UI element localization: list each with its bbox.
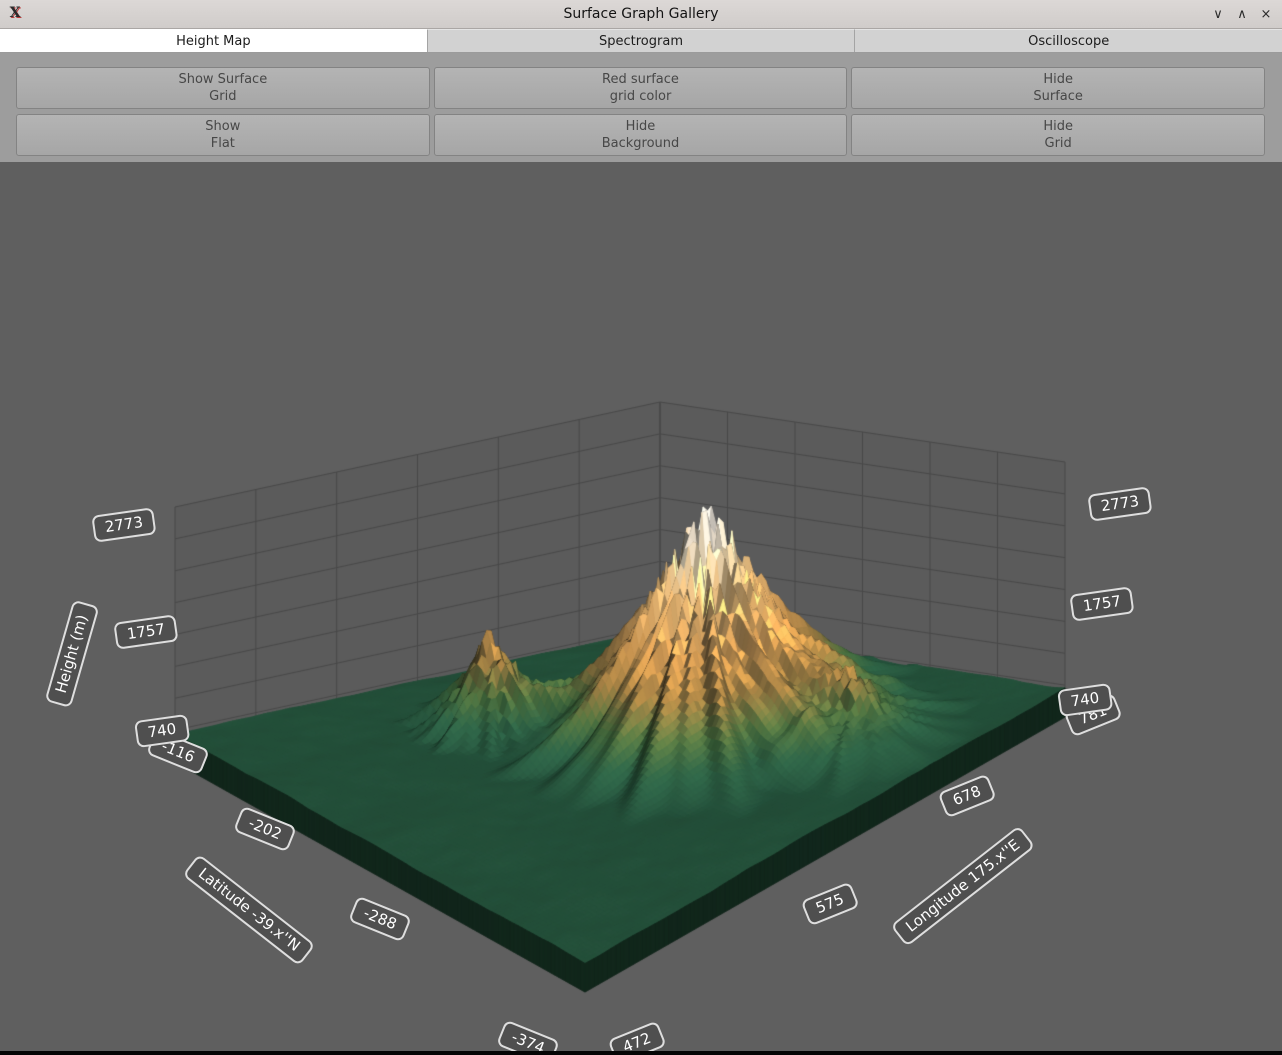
hide-background-button[interactable]: Hide Background (434, 114, 848, 156)
window-title: Surface Graph Gallery (0, 6, 1282, 22)
toolbar: Show Surface Grid Red surface grid color… (0, 53, 1282, 162)
surface-plot-area: Height (m) 2773 1757 -116 740 -202 -288 … (0, 162, 1282, 1051)
tab-spectrogram[interactable]: Spectrogram (428, 29, 856, 52)
hide-grid-button[interactable]: Hide Grid (851, 114, 1265, 156)
button-label: Flat (211, 135, 235, 152)
tab-oscilloscope[interactable]: Oscilloscope (855, 29, 1282, 52)
button-label: Show (205, 118, 240, 135)
tab-bar: Height Map Spectrogram Oscilloscope (0, 29, 1282, 53)
button-label: Hide (626, 118, 656, 135)
button-label: Hide (1043, 118, 1073, 135)
show-surface-grid-button[interactable]: Show Surface Grid (16, 67, 430, 109)
tab-height-map[interactable]: Height Map (0, 29, 428, 52)
maximize-button[interactable]: ∧ (1230, 0, 1254, 28)
surface-grid-color-button[interactable]: Red surface grid color (434, 67, 848, 109)
button-label: Show Surface (178, 71, 267, 88)
show-flat-button[interactable]: Show Flat (16, 114, 430, 156)
button-label: Hide (1043, 71, 1073, 88)
button-label: grid color (610, 88, 672, 105)
window-controls: ∨ ∧ × (1206, 0, 1278, 28)
app-window: X Surface Graph Gallery ∨ ∧ × Height Map… (0, 0, 1282, 1055)
hide-surface-button[interactable]: Hide Surface (851, 67, 1265, 109)
shade-button[interactable]: ∨ (1206, 0, 1230, 28)
button-label: Background (602, 135, 680, 152)
button-label: Grid (1045, 135, 1072, 152)
titlebar: X Surface Graph Gallery ∨ ∧ × (0, 0, 1282, 29)
app-icon: X (7, 5, 23, 21)
button-label: Grid (209, 88, 236, 105)
close-button[interactable]: × (1254, 0, 1278, 28)
window-bottom-edge (0, 1051, 1282, 1055)
button-label: Red surface (602, 71, 679, 88)
button-label: Surface (1033, 88, 1083, 105)
